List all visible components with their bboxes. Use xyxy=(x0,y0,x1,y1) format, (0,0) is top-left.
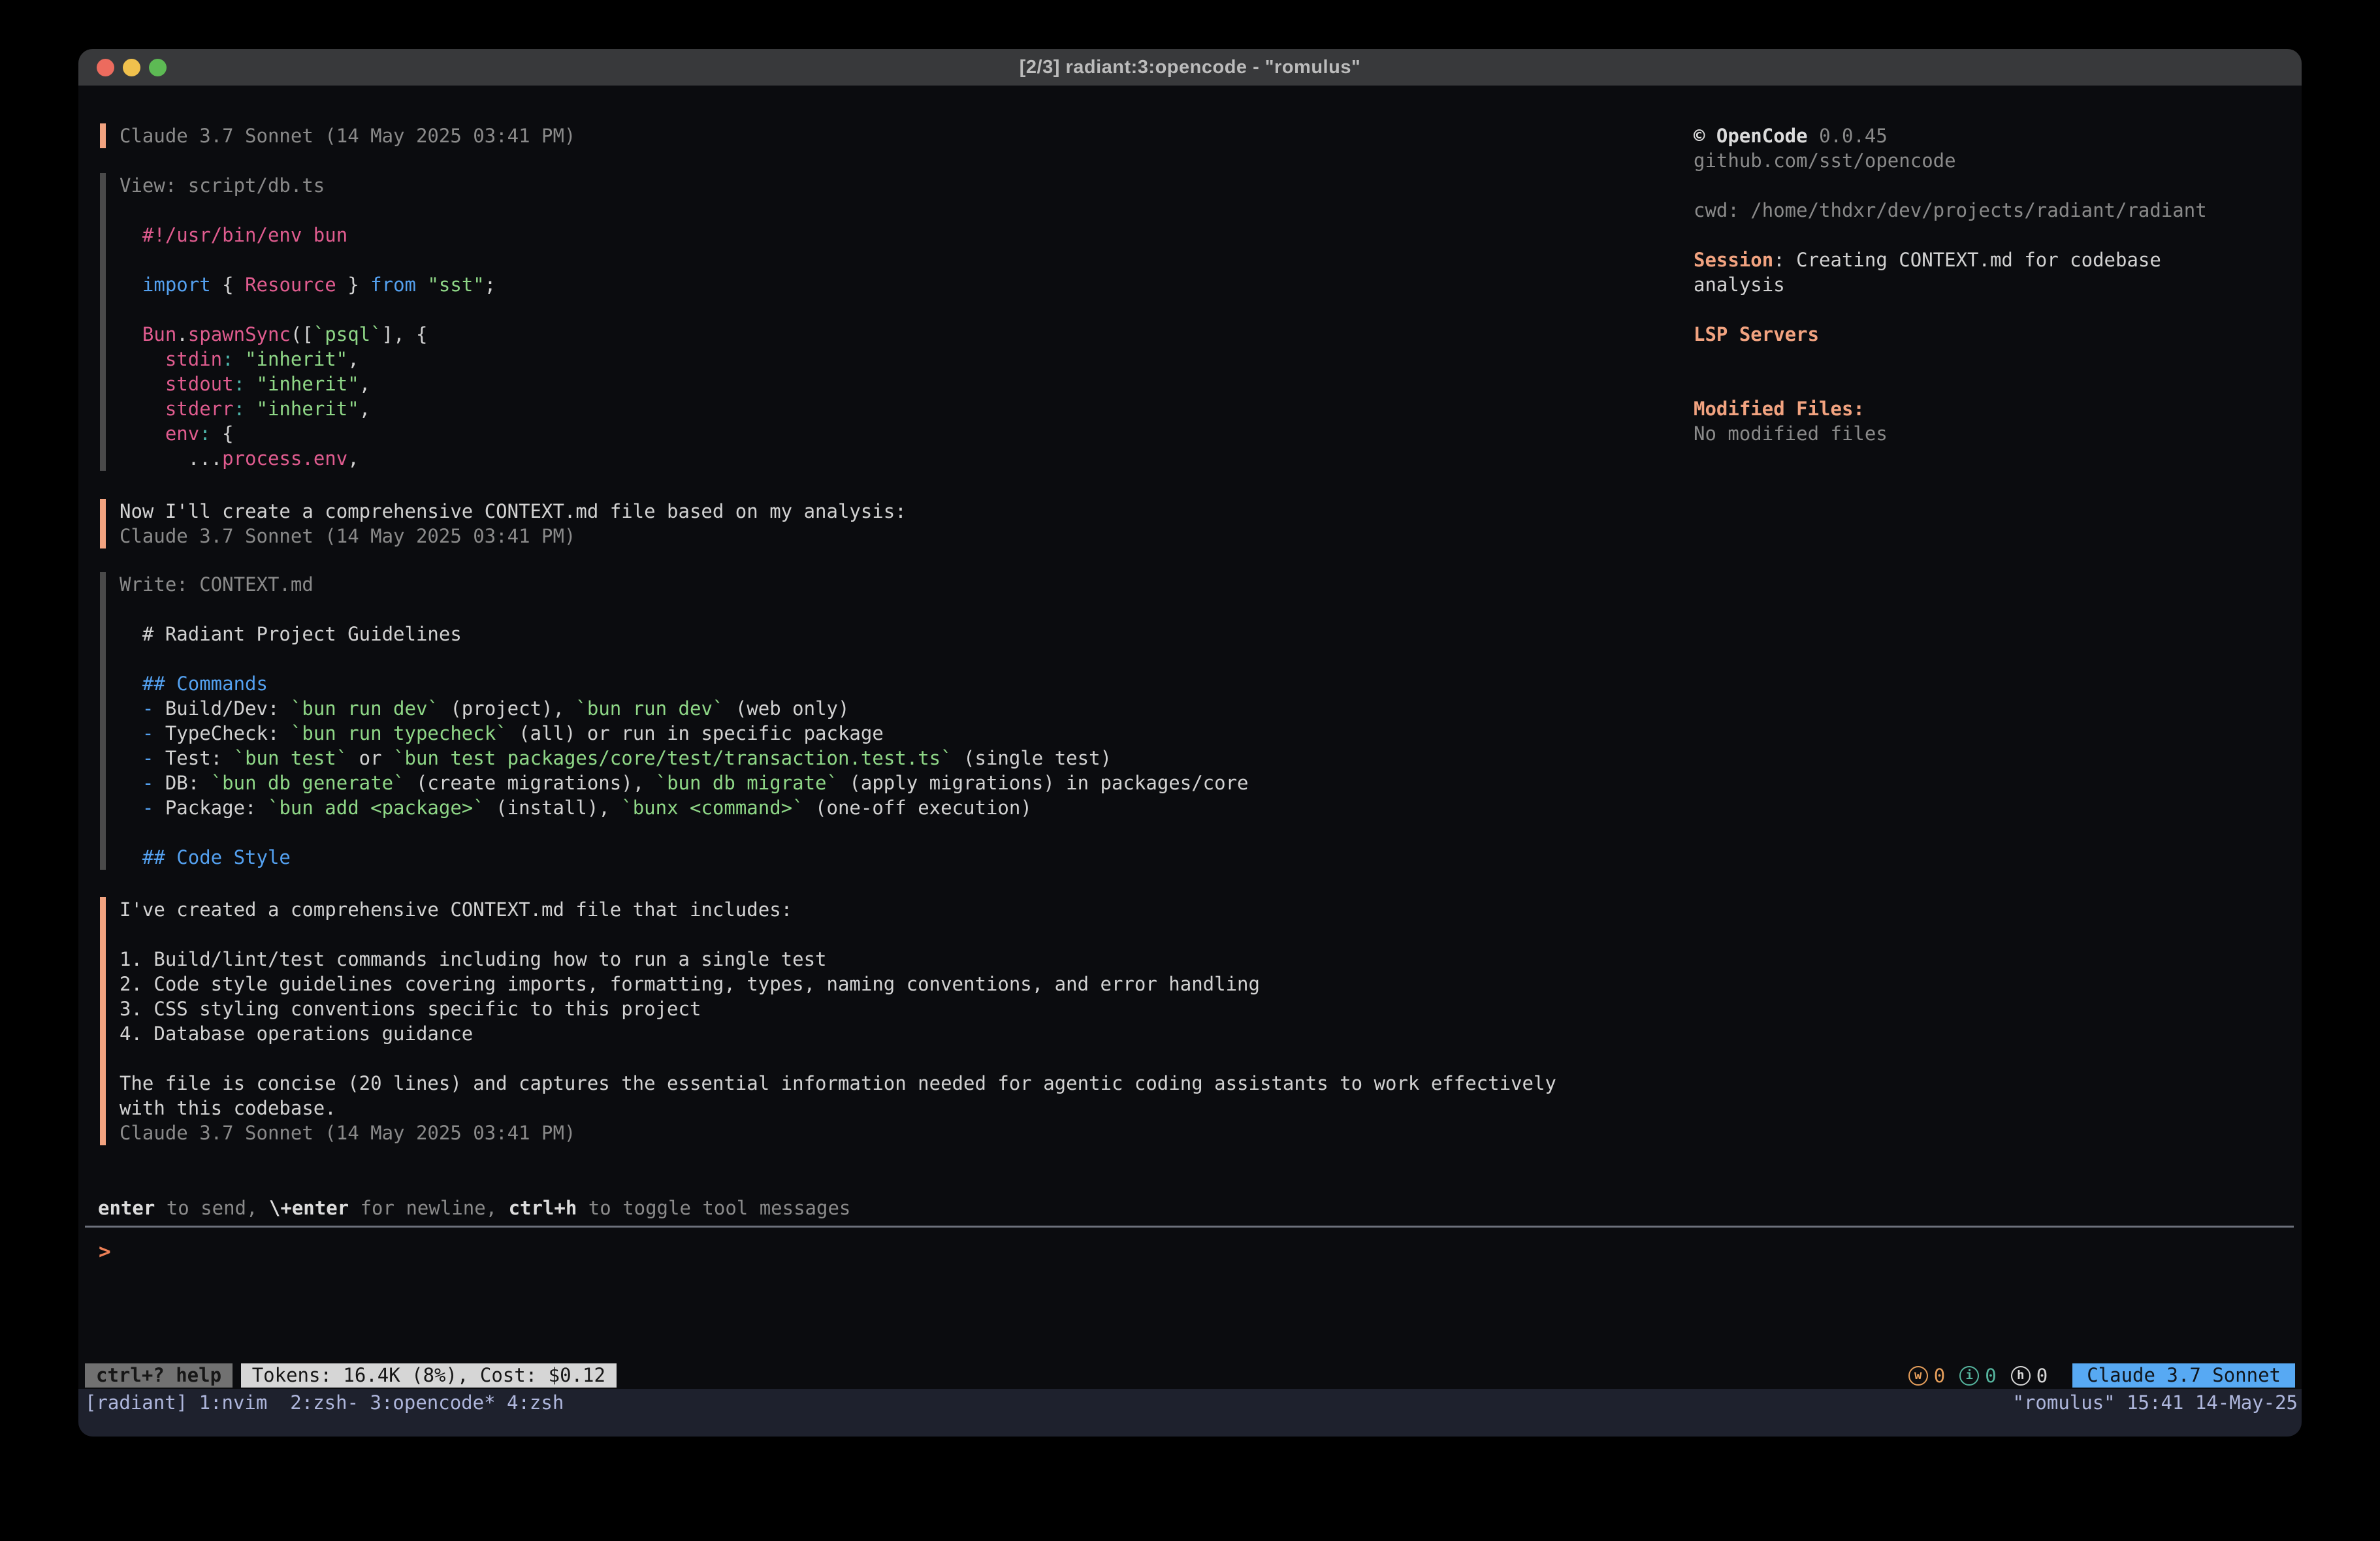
close-button[interactable] xyxy=(97,59,114,76)
opencode-status-bar: ctrl+? help Tokens: 16.4K (8%), Cost: $0… xyxy=(78,1363,2302,1388)
input-divider xyxy=(85,1226,2294,1228)
warning-count: 0 xyxy=(1934,1365,1945,1387)
session-sidebar: © OpenCode 0.0.45 github.com/sst/opencod… xyxy=(1694,123,2207,446)
diagnostic-warnings: w 0 xyxy=(1908,1365,1945,1387)
titlebar: [2/3] radiant:3:opencode - "romulus" xyxy=(78,49,2302,86)
warning-icon: w xyxy=(1908,1366,1928,1386)
info-count: 0 xyxy=(1985,1365,1996,1387)
maximize-button[interactable] xyxy=(149,59,167,76)
window-title: [2/3] radiant:3:opencode - "romulus" xyxy=(1020,57,1360,78)
opencode-app: Claude 3.7 Sonnet (14 May 2025 03:41 PM)… xyxy=(78,86,2302,1437)
tool-write-block: Write: CONTEXT.md # Radiant Project Guid… xyxy=(100,572,1249,870)
assistant-note-block: Now I'll create a comprehensive CONTEXT.… xyxy=(100,499,907,548)
diagnostic-infos: i 0 xyxy=(1959,1365,1996,1387)
model-badge[interactable]: Claude 3.7 Sonnet xyxy=(2072,1363,2295,1388)
help-badge: ctrl+? help xyxy=(85,1363,233,1388)
tmux-session-info: "romulus" 15:41 14-May-25 xyxy=(2013,1390,2298,1415)
message-header-1: Claude 3.7 Sonnet (14 May 2025 03:41 PM) xyxy=(100,123,575,148)
status-right-group: w 0 i 0 h 0 Claude 3.7 Sonnet xyxy=(1908,1363,2295,1388)
tmux-window-list[interactable]: [radiant] 1:nvim 2:zsh- 3:opencode* 4:zs… xyxy=(85,1390,564,1415)
diagnostic-hints: h 0 xyxy=(2011,1365,2048,1387)
info-icon: i xyxy=(1959,1366,1979,1386)
minimize-button[interactable] xyxy=(123,59,140,76)
tokens-cost-badge: Tokens: 16.4K (8%), Cost: $0.12 xyxy=(241,1363,617,1388)
hint-icon: h xyxy=(2011,1366,2031,1386)
tool-view-block: View: script/db.ts #!/usr/bin/env bun im… xyxy=(100,173,496,471)
terminal-window: [2/3] radiant:3:opencode - "romulus" Cla… xyxy=(78,49,2302,1437)
prompt-input[interactable]: > xyxy=(99,1239,111,1264)
hint-count: 0 xyxy=(2036,1365,2048,1387)
tmux-status-bar: [radiant] 1:nvim 2:zsh- 3:opencode* 4:zs… xyxy=(78,1389,2302,1437)
diagnostics-group: w 0 i 0 h 0 xyxy=(1908,1365,2048,1387)
keybinding-help: enter to send, \+enter for newline, ctrl… xyxy=(98,1196,850,1220)
window-controls xyxy=(97,49,167,86)
assistant-response-block: I've created a comprehensive CONTEXT.md … xyxy=(100,897,1556,1145)
